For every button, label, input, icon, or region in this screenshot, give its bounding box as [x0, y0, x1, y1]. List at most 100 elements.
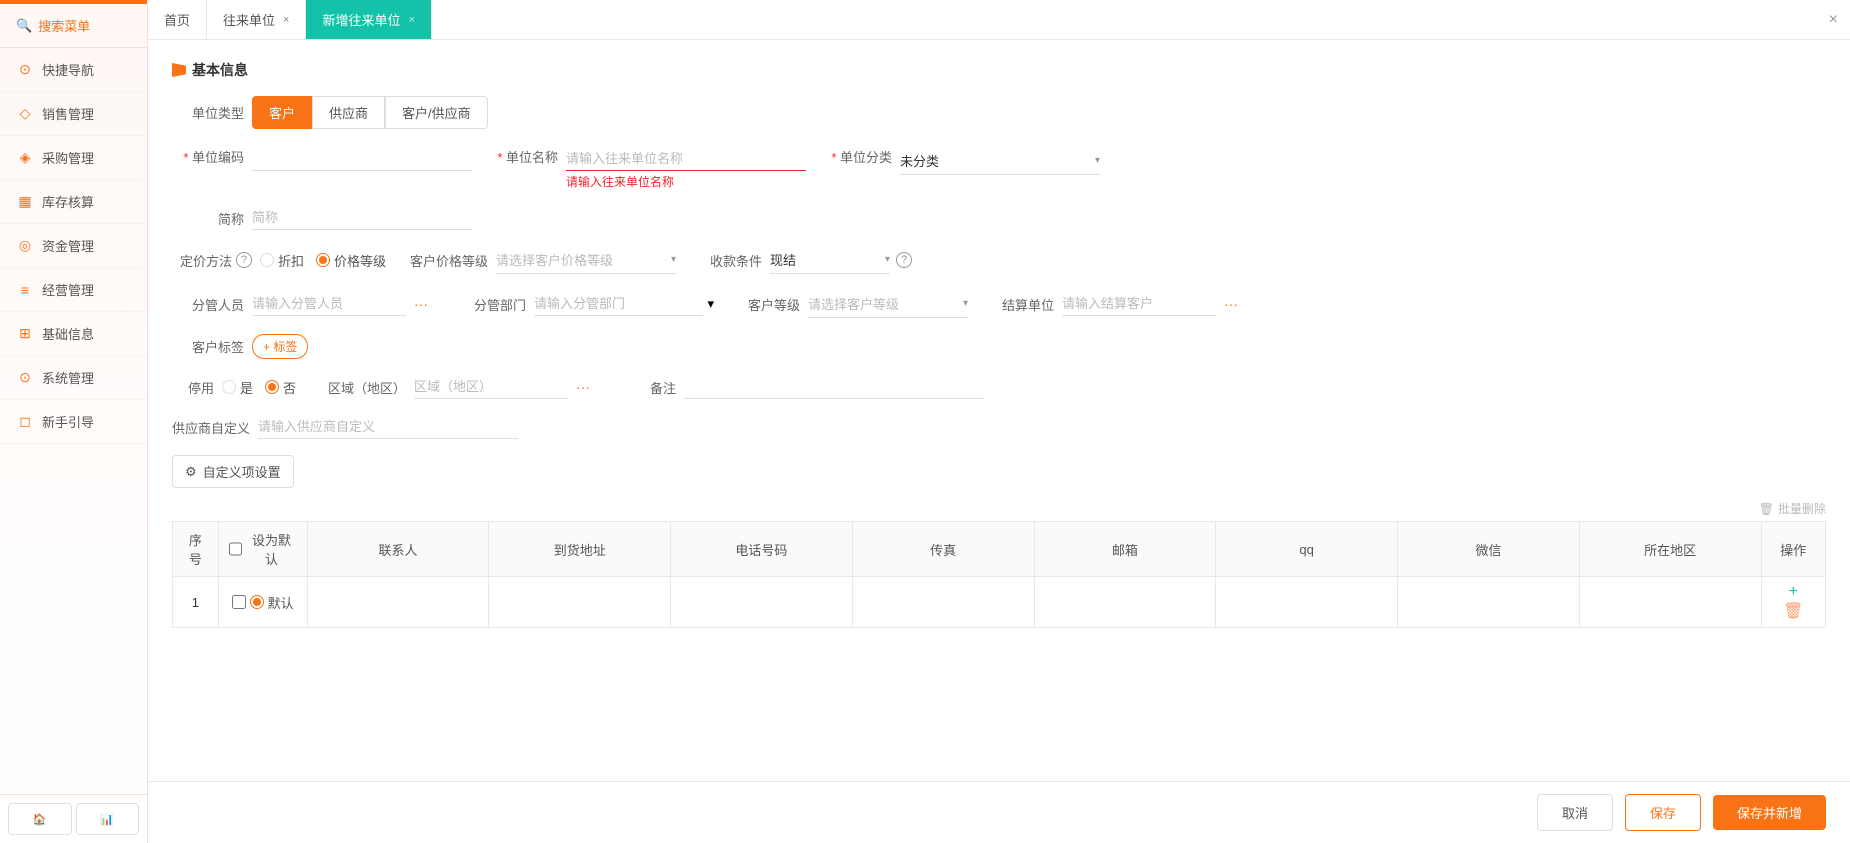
manager-more-icon[interactable]: ···: [410, 296, 432, 312]
batch-delete-label: 批量删除: [1778, 500, 1826, 517]
sidebar-item-inventory[interactable]: ▦ 库存核算: [0, 180, 147, 224]
row-qq[interactable]: [1216, 577, 1398, 628]
sidebar-label-quick-nav: 快捷导航: [42, 60, 94, 79]
custom-settings-button[interactable]: ⚙ 自定义项设置: [172, 455, 294, 488]
row-fax[interactable]: [852, 577, 1034, 628]
close-all-tabs-button[interactable]: ×: [1817, 0, 1850, 39]
col-qq: qq: [1216, 522, 1398, 577]
tab-new-partner-close[interactable]: ×: [408, 14, 414, 26]
region-input[interactable]: [414, 375, 568, 399]
sidebar-search-label: 搜索菜单: [38, 16, 90, 35]
settlement-unit-more-icon[interactable]: ···: [1220, 296, 1242, 312]
disabled-no-radio[interactable]: 否: [265, 378, 296, 397]
disabled-yes-circle: [222, 380, 236, 394]
row-email[interactable]: [1034, 577, 1216, 628]
row-address-input[interactable]: [499, 595, 660, 610]
department-input[interactable]: [534, 292, 703, 316]
type-btn-supplier[interactable]: 供应商: [312, 96, 385, 129]
system-icon: ⊙: [16, 369, 34, 387]
col-phone: 电话号码: [671, 522, 853, 577]
settlement-unit-input[interactable]: [1062, 292, 1216, 316]
col-region: 所在地区: [1579, 522, 1761, 577]
payment-terms-select[interactable]: 现结 ▾: [770, 246, 890, 274]
disabled-yes-radio[interactable]: 是: [222, 378, 253, 397]
row-phone-input[interactable]: [681, 595, 842, 610]
settlement-unit-label: 结算单位: [992, 295, 1062, 314]
unit-name-field: 请输入往来单位名称: [566, 147, 806, 190]
row-add-button[interactable]: +: [1786, 583, 1801, 601]
row-wechat[interactable]: [1398, 577, 1580, 628]
sidebar-item-guide[interactable]: ◻ 新手引导: [0, 400, 147, 444]
select-all-checkbox[interactable]: [229, 542, 243, 556]
sidebar-bottom-btn-1[interactable]: 🏠: [8, 803, 72, 835]
manager-input[interactable]: [252, 292, 406, 316]
sidebar-item-finance[interactable]: ◎ 资金管理: [0, 224, 147, 268]
add-tag-button[interactable]: + 标签: [252, 334, 308, 359]
search-icon: 🔍: [16, 18, 32, 34]
customer-level-select[interactable]: 请选择客户等级 ▾: [808, 290, 968, 318]
pricing-discount-radio[interactable]: 折扣: [260, 251, 304, 270]
guide-icon: ◻: [16, 413, 34, 431]
pricing-price-level-radio[interactable]: 价格等级: [316, 251, 386, 270]
sidebar-label-guide: 新手引导: [42, 412, 94, 431]
sidebar-item-basic[interactable]: ⊞ 基础信息: [0, 312, 147, 356]
tab-home[interactable]: 首页: [148, 0, 207, 39]
supplier-custom-input[interactable]: [258, 415, 518, 439]
save-button[interactable]: 保存: [1625, 794, 1701, 831]
payment-terms-label: 收款条件: [700, 251, 770, 270]
tab-partner-close[interactable]: ×: [283, 14, 289, 26]
unit-name-input[interactable]: [566, 147, 806, 171]
customer-level-value: 请选择客户等级: [808, 294, 959, 313]
sidebar-item-operations[interactable]: ≡ 经营管理: [0, 268, 147, 312]
tab-partner[interactable]: 往来单位 ×: [207, 0, 306, 39]
sidebar-bottom-btn-2[interactable]: 📊: [76, 803, 140, 835]
sidebar-item-purchase[interactable]: ◈ 采购管理: [0, 136, 147, 180]
unit-category-label: 单位分类: [830, 147, 900, 166]
row-checkbox[interactable]: [232, 595, 246, 609]
row-seq: 1: [173, 577, 219, 628]
sidebar-item-sales[interactable]: ◇ 销售管理: [0, 92, 147, 136]
row-wechat-input[interactable]: [1408, 595, 1569, 610]
sidebar-search-button[interactable]: 🔍 搜索菜单: [0, 4, 147, 48]
row-fax-input[interactable]: [863, 595, 1024, 610]
tab-partner-label: 往来单位: [223, 10, 275, 29]
disabled-label: 停用: [172, 378, 222, 397]
customer-price-level-select[interactable]: 请选择客户价格等级 ▾: [496, 246, 676, 274]
row-contact[interactable]: [307, 577, 489, 628]
main-area: 首页 往来单位 × 新增往来单位 × × 基本信息 单位类型 客户 供应商 客户…: [148, 0, 1850, 843]
customer-price-level-value: 请选择客户价格等级: [496, 250, 667, 269]
pricing-help-icon[interactable]: ?: [236, 252, 252, 268]
row-contact-input[interactable]: [318, 595, 479, 610]
customer-tag-row: 客户标签 + 标签: [172, 334, 1826, 359]
row-qq-input[interactable]: [1226, 595, 1387, 610]
unit-category-select[interactable]: 未分类 ▾: [900, 147, 1100, 175]
supplier-custom-row: 供应商自定义: [172, 415, 1826, 439]
disabled-region-remark-row: 停用 是 否 区域（地区） ··· 备注: [172, 375, 1826, 399]
supplier-custom-label: 供应商自定义: [172, 418, 258, 437]
sales-icon: ◇: [16, 105, 34, 123]
row-region[interactable]: [1579, 577, 1761, 628]
payment-terms-help-icon[interactable]: ?: [896, 252, 912, 268]
code-name-category-row: 单位编码 000009 单位名称 请输入往来单位名称 单位分类 未分类 ▾: [172, 147, 1826, 190]
customer-level-chevron-icon: ▾: [963, 298, 968, 309]
short-name-input[interactable]: [252, 206, 472, 230]
cancel-button[interactable]: 取消: [1537, 794, 1613, 831]
tab-new-partner[interactable]: 新增往来单位 ×: [306, 0, 431, 39]
remark-input[interactable]: [684, 375, 984, 399]
unit-code-input[interactable]: 000009: [252, 147, 472, 171]
row-address[interactable]: [489, 577, 671, 628]
save-and-add-button[interactable]: 保存并新增: [1713, 795, 1826, 830]
sidebar-item-system[interactable]: ⊙ 系统管理: [0, 356, 147, 400]
region-more-icon[interactable]: ···: [572, 379, 594, 395]
type-btn-both[interactable]: 客户/供应商: [385, 96, 488, 129]
row-phone[interactable]: [671, 577, 853, 628]
sidebar-item-quick-nav[interactable]: ⊙ 快捷导航: [0, 48, 147, 92]
row-default-radio[interactable]: 默认: [250, 593, 294, 612]
row-delete-button[interactable]: 🗑: [1780, 601, 1806, 621]
sidebar-label-inventory: 库存核算: [42, 192, 94, 211]
row-region-input[interactable]: [1590, 595, 1751, 610]
pricing-method-label: 定价方法 ?: [172, 251, 260, 270]
type-btn-customer[interactable]: 客户: [252, 96, 312, 129]
row-email-input[interactable]: [1045, 595, 1206, 610]
region-field: ···: [414, 375, 594, 399]
